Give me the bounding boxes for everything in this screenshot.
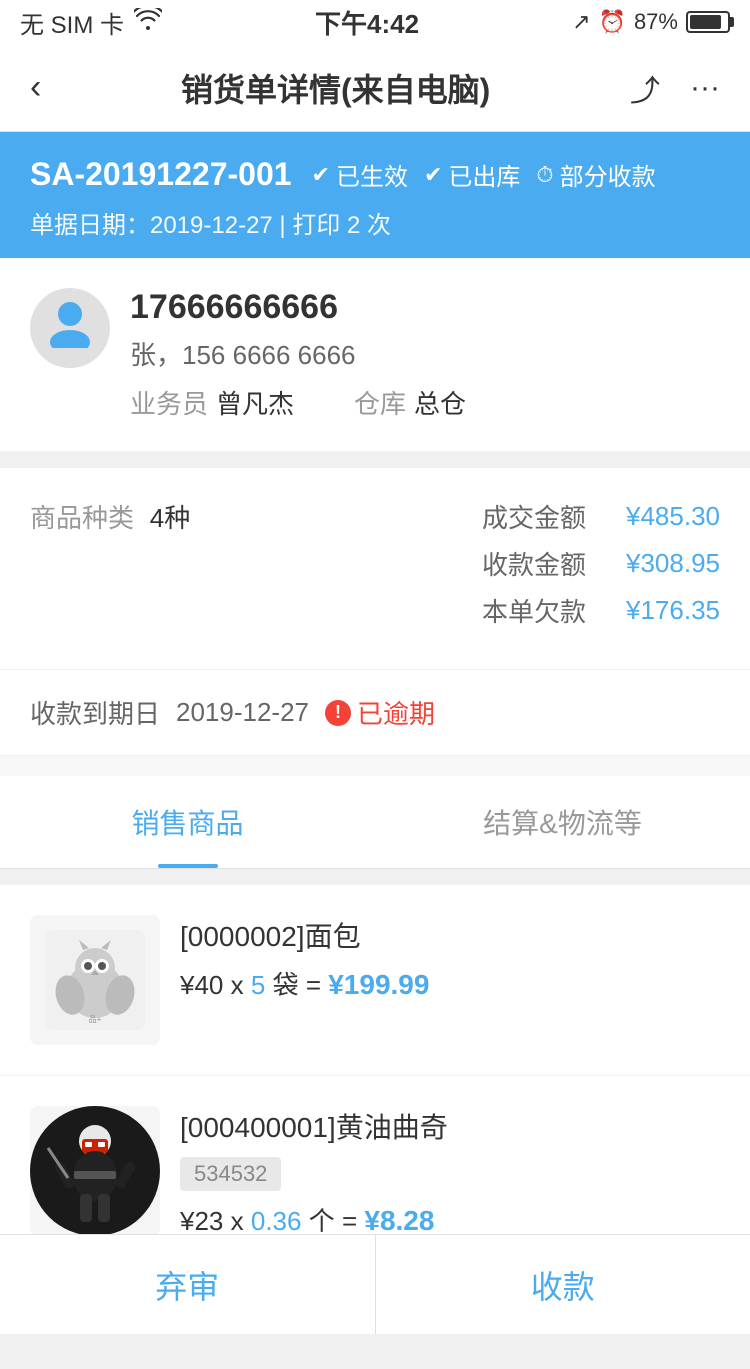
battery-bar	[686, 11, 730, 33]
price-x-1: x	[231, 970, 251, 1000]
product-image-2	[30, 1106, 160, 1236]
bottom-bar: 弃审 收款	[0, 1234, 750, 1334]
order-meta: 单据日期：2019-12-27 | 打印 2 次	[30, 205, 720, 240]
received-amount-row: 收款金额 ¥308.95	[482, 545, 720, 582]
tab-settlement-label: 结算&物流等	[483, 808, 642, 839]
warehouse-value: 总仓	[414, 384, 466, 421]
price-qty-2: 0.36	[251, 1206, 302, 1236]
salesperson-value: 曾凡杰	[216, 384, 294, 421]
received-amount-value: ¥308.95	[626, 548, 720, 579]
order-badges: ✔ 已生效 ✔ 已出库 ⏱ 部分收款	[312, 157, 656, 192]
product-sku-2: 534532	[180, 1157, 281, 1191]
product-image-1: 品+	[30, 915, 160, 1045]
product-price-1: ¥40 x 5 袋 = ¥199.99	[180, 965, 720, 1002]
price-qty-1: 5	[251, 970, 265, 1000]
stats-right: 成交金额 ¥485.30 收款金额 ¥308.95 本单欠款 ¥176.35	[482, 498, 720, 639]
badge-shipped: ✔ 已出库	[424, 157, 520, 192]
status-left: 无 SIM 卡	[20, 5, 162, 40]
confirm-button[interactable]: 收款	[376, 1235, 750, 1334]
product-details-2: [000400001]黄油曲奇 534532 ¥23 x 0.36 个 = ¥8…	[180, 1106, 720, 1238]
salesperson-label: 业务员	[130, 384, 208, 421]
clock-icon: ⏱	[536, 162, 553, 188]
badge-partial-label: 部分收款	[560, 157, 656, 192]
customer-meta: 业务员 曾凡杰 仓库 总仓	[130, 384, 720, 421]
page-title: 销货单详情(来自电脑)	[181, 65, 490, 111]
tab-sales-products[interactable]: 销售商品	[0, 776, 375, 868]
price-eq-2: =	[342, 1206, 364, 1236]
banner-top-row: SA-20191227-001 ✔ 已生效 ✔ 已出库 ⏱ 部分收款	[30, 156, 720, 193]
status-time: 下午4:42	[315, 4, 419, 41]
tab-sales-products-label: 销售商品	[131, 808, 243, 839]
status-right: ↗ ⏰ 87%	[572, 9, 730, 35]
check-icon-1: ✔	[312, 162, 330, 188]
overdue-label: 已逾期	[357, 694, 435, 731]
price-eq-1: =	[306, 970, 328, 1000]
due-date-value: 2019-12-27	[176, 697, 309, 728]
product-price-2: ¥23 x 0.36 个 = ¥8.28	[180, 1201, 720, 1238]
deal-amount-value: ¥485.30	[626, 501, 720, 532]
badge-partial: ⏱ 部分收款	[536, 157, 655, 192]
cancel-button[interactable]: 弃审	[0, 1235, 376, 1334]
price-unit-1: 袋	[273, 970, 299, 1000]
badge-effective-label: 已生效	[336, 157, 408, 192]
price-total-2: ¥8.28	[364, 1205, 434, 1236]
owed-amount-value: ¥176.35	[626, 595, 720, 626]
salesperson-item: 业务员 曾凡杰	[130, 384, 294, 421]
product-details-1: [0000002]面包 ¥40 x 5 袋 = ¥199.99	[180, 915, 720, 1002]
ninja-icon	[30, 1106, 160, 1236]
tab-settlement[interactable]: 结算&物流等	[375, 776, 750, 868]
nav-actions: ⤴ ···	[630, 66, 720, 110]
battery-percent: 87%	[634, 9, 678, 35]
nav-bar: ‹ 销货单详情(来自电脑) ⤴ ···	[0, 44, 750, 132]
customer-name: 17666666666	[130, 288, 720, 327]
avatar-icon	[44, 296, 96, 360]
badge-effective: ✔ 已生效	[312, 157, 408, 192]
owed-amount-label: 本单欠款	[482, 592, 586, 629]
customer-info: 17666666666 张，156 6666 6666 业务员 曾凡杰 仓库 总…	[130, 288, 720, 421]
wifi-icon	[134, 8, 162, 37]
order-id: SA-20191227-001	[30, 156, 292, 193]
warehouse-label: 仓库	[354, 384, 406, 421]
warehouse-item: 仓库 总仓	[354, 384, 466, 421]
carrier-text: 无 SIM 卡	[20, 5, 124, 40]
product-item-1[interactable]: 品+ [0000002]面包 ¥40 x 5 袋 = ¥199.99	[0, 885, 750, 1076]
product-type-count: 4种	[150, 503, 190, 533]
battery-fill	[690, 15, 721, 29]
price-base-1: ¥40	[180, 970, 223, 1000]
due-date-label: 收款到期日	[30, 694, 160, 731]
owl-icon: 品+	[45, 930, 145, 1030]
products-list: 品+ [0000002]面包 ¥40 x 5 袋 = ¥199.99	[0, 885, 750, 1269]
location-icon: ↗	[572, 9, 590, 35]
check-icon-2: ✔	[424, 162, 442, 188]
stats-section: 商品种类 4种 成交金额 ¥485.30 收款金额 ¥308.95 本单欠款 ¥…	[0, 468, 750, 670]
overdue-badge: ! 已逾期	[325, 694, 435, 731]
product-type-label: 商品种类	[30, 503, 134, 533]
received-amount-label: 收款金额	[482, 545, 586, 582]
customer-section: 17666666666 张，156 6666 6666 业务员 曾凡杰 仓库 总…	[0, 258, 750, 452]
order-header: SA-20191227-001 ✔ 已生效 ✔ 已出库 ⏱ 部分收款 单据日期：…	[0, 132, 750, 258]
alarm-icon: ⏰	[599, 9, 626, 35]
deal-amount-label: 成交金额	[482, 498, 586, 535]
price-unit-2: 个	[309, 1206, 335, 1236]
share-icon[interactable]: ⤴	[630, 66, 660, 110]
owed-amount-row: 本单欠款 ¥176.35	[482, 592, 720, 629]
overdue-icon: !	[325, 700, 351, 726]
more-icon[interactable]: ···	[690, 71, 720, 105]
status-bar: 无 SIM 卡 下午4:42 ↗ ⏰ 87%	[0, 0, 750, 44]
price-total-1: ¥199.99	[328, 969, 429, 1000]
due-date-section: 收款到期日 2019-12-27 ! 已逾期	[0, 670, 750, 756]
avatar	[30, 288, 110, 368]
product-code-1: [0000002]面包	[180, 915, 720, 955]
stats-left: 商品种类 4种	[30, 498, 190, 535]
section-divider	[0, 756, 750, 776]
back-button[interactable]: ‹	[30, 68, 41, 107]
deal-amount-row: 成交金额 ¥485.30	[482, 498, 720, 535]
price-x-2: x	[231, 1206, 251, 1236]
price-base-2: ¥23	[180, 1206, 223, 1236]
svg-text:品+: 品+	[89, 1015, 102, 1024]
product-code-2: [000400001]黄油曲奇	[180, 1106, 720, 1146]
customer-contact: 张，156 6666 6666	[130, 335, 720, 372]
badge-shipped-label: 已出库	[448, 157, 520, 192]
tabs-bar: 销售商品 结算&物流等	[0, 776, 750, 869]
